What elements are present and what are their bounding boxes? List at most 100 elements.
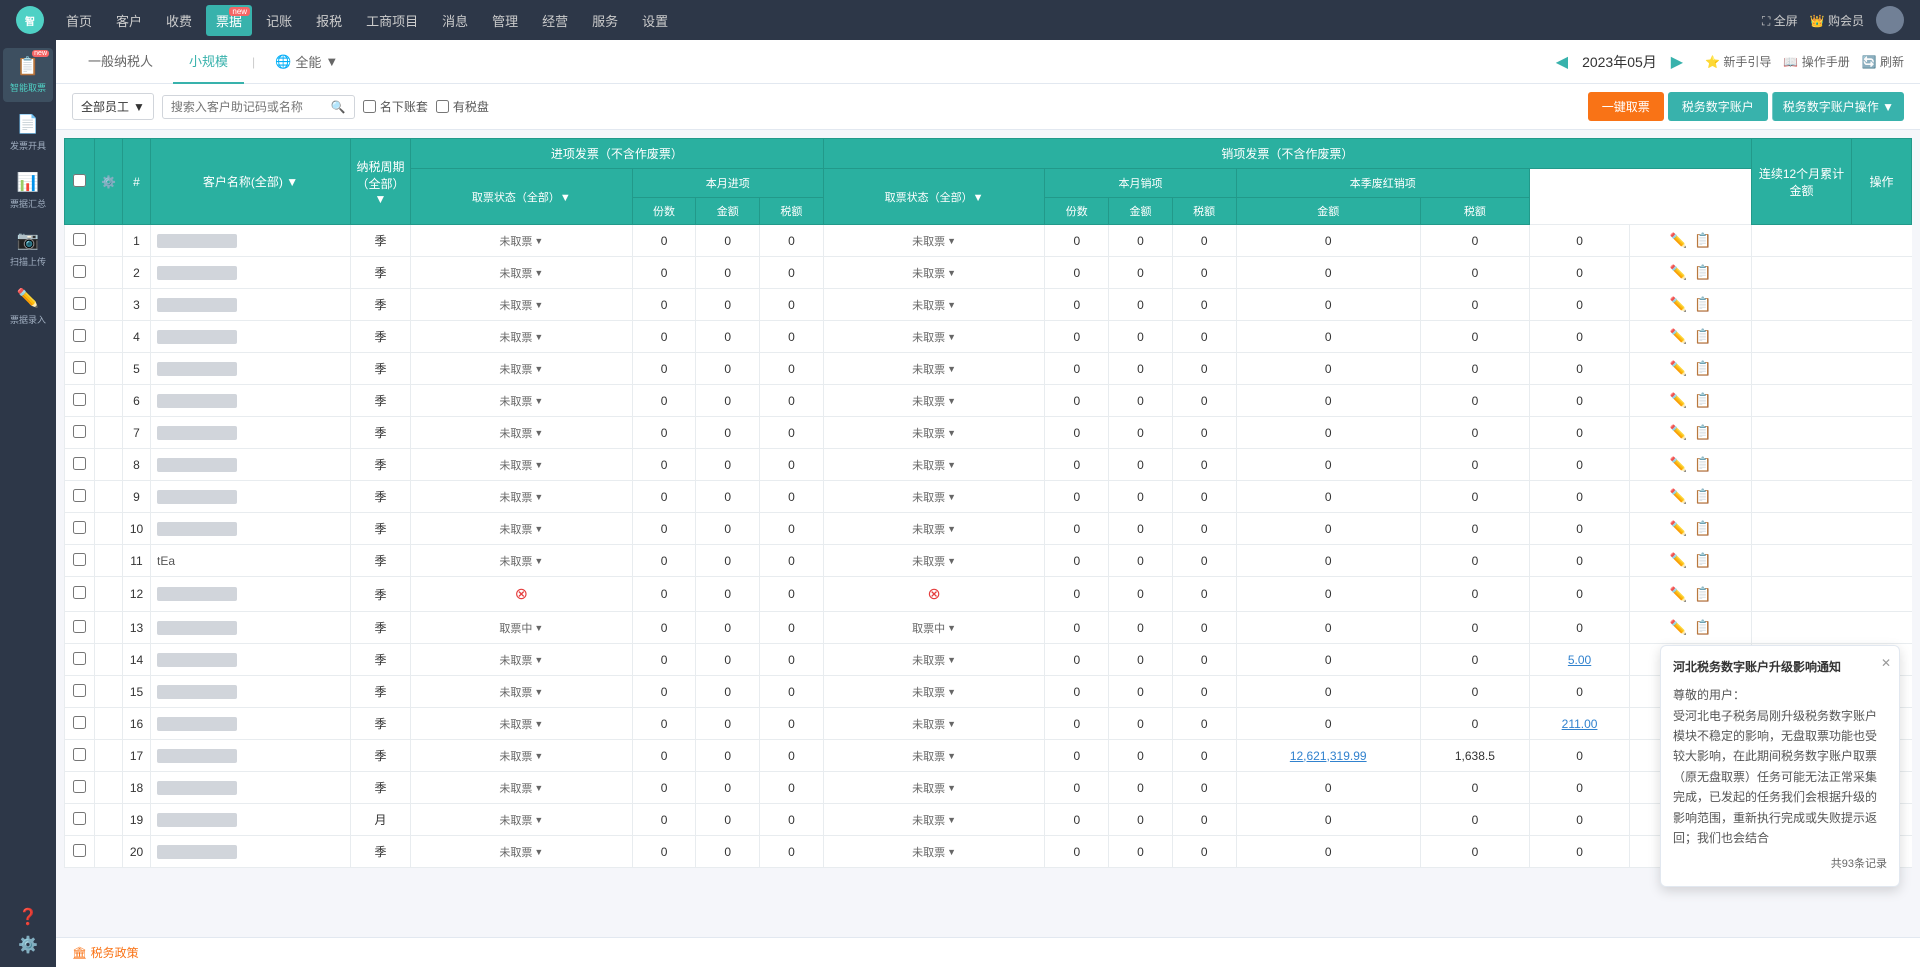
edit-btn[interactable]: ✏️ (1669, 586, 1686, 602)
nav-ticket[interactable]: 票据 new (206, 5, 252, 36)
th-income-status[interactable]: 取票状态（全部）▼ (411, 169, 633, 225)
nav-tax[interactable]: 报税 (306, 5, 352, 36)
copy-btn[interactable]: 📋 (1694, 392, 1711, 408)
cumulative-value[interactable]: 211.00 (1562, 717, 1598, 731)
nav-home[interactable]: 首页 (56, 5, 102, 36)
tax-policy-link[interactable]: 🏛 税务政策 (72, 944, 139, 961)
row-cumulative-cell[interactable]: 0 (1529, 836, 1629, 868)
filter-icon[interactable]: ▼ (286, 175, 298, 189)
row-client-name-cell[interactable] (151, 353, 351, 385)
copy-btn[interactable]: 📋 (1694, 488, 1711, 504)
sub-account-checkbox[interactable] (363, 100, 376, 113)
sub-account-checkbox-label[interactable]: 名下账套 (363, 98, 428, 115)
fullscreen-btn[interactable]: ⛶ 全屏 (1762, 12, 1798, 29)
th-settings[interactable]: ⚙️ (95, 139, 123, 225)
row-cumulative-cell[interactable]: 0 (1529, 417, 1629, 449)
tax-disk-checkbox-label[interactable]: 有税盘 (436, 98, 489, 115)
row-checkbox[interactable] (73, 844, 86, 857)
row-checkbox[interactable] (73, 489, 86, 502)
row-income-status-cell[interactable]: 未取票 ▼ (411, 772, 633, 804)
row-checkbox[interactable] (73, 393, 86, 406)
row-checkbox[interactable] (73, 780, 86, 793)
row-income-status-cell[interactable]: 未取票 ▼ (411, 513, 633, 545)
edit-btn[interactable]: ✏️ (1669, 456, 1686, 472)
sidebar-item-invoice-summary[interactable]: 📊 票据汇总 (3, 164, 53, 218)
row-income-status-cell[interactable]: 未取票 ▼ (411, 449, 633, 481)
row-cumulative-cell[interactable]: 0 (1529, 225, 1629, 257)
row-sales-status-cell[interactable]: 未取票 ▼ (823, 353, 1045, 385)
copy-btn[interactable]: 📋 (1694, 586, 1711, 602)
row-checkbox[interactable] (73, 684, 86, 697)
tab-all-scale[interactable]: 🌐 全能 ▼ (259, 40, 354, 83)
row-cumulative-cell[interactable]: 211.00 (1529, 708, 1629, 740)
row-checkbox-cell[interactable] (65, 676, 95, 708)
row-client-name-cell[interactable] (151, 644, 351, 676)
nav-message[interactable]: 消息 (432, 5, 478, 36)
sidebar-settings-icon[interactable]: ⚙️ (14, 931, 42, 959)
copy-btn[interactable]: 📋 (1694, 424, 1711, 440)
staff-selector[interactable]: 全部员工 ▼ (72, 93, 154, 120)
edit-btn[interactable]: ✏️ (1669, 552, 1686, 568)
copy-btn[interactable]: 📋 (1694, 328, 1711, 344)
row-sales-status-cell[interactable]: 取票中 ▼ (823, 612, 1045, 644)
row-cumulative-cell[interactable]: 0 (1529, 353, 1629, 385)
nav-service[interactable]: 服务 (582, 5, 628, 36)
nav-client[interactable]: 客户 (106, 5, 152, 36)
row-client-name-cell[interactable]: tEa (151, 545, 351, 577)
tab-small-scale[interactable]: 小规模 (173, 40, 244, 84)
new-guide-btn[interactable]: ⭐ 新手引导 (1705, 53, 1771, 70)
row-sales-status-cell[interactable]: 未取票 ▼ (823, 545, 1045, 577)
row-client-name-cell[interactable] (151, 612, 351, 644)
row-client-name-cell[interactable] (151, 481, 351, 513)
copy-btn[interactable]: 📋 (1694, 456, 1711, 472)
row-cumulative-cell[interactable]: 0 (1529, 321, 1629, 353)
row-income-status-cell[interactable]: ⊗ (411, 577, 633, 612)
cumulative-value[interactable]: 5.00 (1568, 653, 1591, 667)
row-checkbox[interactable] (73, 586, 86, 599)
row-cumulative-cell[interactable]: 5.00 (1529, 644, 1629, 676)
row-sales-status-cell[interactable]: 未取票 ▼ (823, 708, 1045, 740)
row-sales-status-cell[interactable]: 未取票 ▼ (823, 289, 1045, 321)
row-income-status-cell[interactable]: 未取票 ▼ (411, 644, 633, 676)
row-income-status-cell[interactable]: 未取票 ▼ (411, 225, 633, 257)
row-checkbox[interactable] (73, 265, 86, 278)
row-sales-status-cell[interactable]: ⊗ (823, 577, 1045, 612)
row-checkbox-cell[interactable] (65, 804, 95, 836)
row-cumulative-cell[interactable]: 0 (1529, 772, 1629, 804)
row-checkbox-cell[interactable] (65, 577, 95, 612)
row-checkbox-cell[interactable] (65, 353, 95, 385)
row-checkbox-cell[interactable] (65, 257, 95, 289)
row-checkbox-cell[interactable] (65, 708, 95, 740)
period-prev-btn[interactable]: ◀ (1550, 50, 1574, 74)
nav-fee[interactable]: 收费 (156, 5, 202, 36)
manual-btn[interactable]: 📖 操作手册 (1783, 53, 1849, 70)
row-cumulative-cell[interactable]: 0 (1529, 513, 1629, 545)
row-income-status-cell[interactable]: 未取票 ▼ (411, 836, 633, 868)
row-client-name-cell[interactable] (151, 449, 351, 481)
row-checkbox[interactable] (73, 748, 86, 761)
row-cumulative-cell[interactable]: 0 (1529, 612, 1629, 644)
row-cumulative-cell[interactable]: 0 (1529, 385, 1629, 417)
row-sales-status-cell[interactable]: 未取票 ▼ (823, 321, 1045, 353)
period-filter-icon[interactable]: ▼ (375, 192, 387, 206)
row-sales-status-cell[interactable]: 未取票 ▼ (823, 644, 1045, 676)
refresh-btn[interactable]: 🔄 刷新 (1862, 53, 1904, 70)
notification-close-btn[interactable]: ✕ (1881, 654, 1891, 673)
row-cumulative-cell[interactable]: 0 (1529, 289, 1629, 321)
sidebar-help-icon[interactable]: ❓ (14, 903, 42, 931)
row-income-status-cell[interactable]: 未取票 ▼ (411, 545, 633, 577)
red-amount-value[interactable]: 12,621,319.99 (1290, 749, 1367, 763)
row-income-status-cell[interactable]: 未取票 ▼ (411, 385, 633, 417)
row-client-name-cell[interactable] (151, 289, 351, 321)
row-checkbox-cell[interactable] (65, 321, 95, 353)
row-client-name-cell[interactable] (151, 804, 351, 836)
edit-btn[interactable]: ✏️ (1669, 424, 1686, 440)
row-income-status-cell[interactable]: 未取票 ▼ (411, 481, 633, 513)
row-client-name-cell[interactable] (151, 513, 351, 545)
row-sales-status-cell[interactable]: 未取票 ▼ (823, 481, 1045, 513)
tax-disk-checkbox[interactable] (436, 100, 449, 113)
client-search-input[interactable] (171, 100, 331, 114)
row-sales-status-cell[interactable]: 未取票 ▼ (823, 513, 1045, 545)
one-click-ticket-btn[interactable]: 一键取票 (1588, 92, 1664, 121)
row-checkbox[interactable] (73, 329, 86, 342)
